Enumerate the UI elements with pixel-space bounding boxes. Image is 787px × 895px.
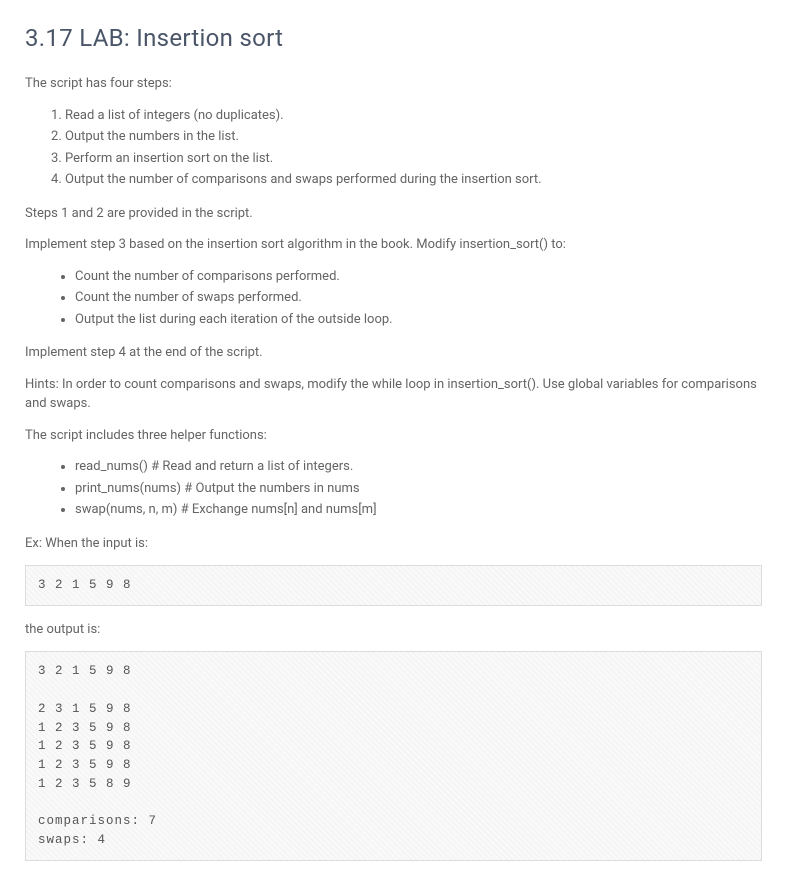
helper-item: read_nums() # Read and return a list of … (75, 457, 762, 477)
modification-item: Output the list during each iteration of… (75, 310, 762, 330)
modification-item: Count the number of comparisons performe… (75, 267, 762, 287)
steps-list: Read a list of integers (no duplicates).… (25, 106, 762, 190)
page-title: 3.17 LAB: Insertion sort (25, 20, 762, 56)
step-item: Output the number of comparisons and swa… (65, 170, 762, 190)
intro-text: The script has four steps: (25, 74, 762, 94)
helper-item: swap(nums, n, m) # Exchange nums[n] and … (75, 500, 762, 520)
example-output-label: the output is: (25, 620, 762, 640)
implement3-text: Implement step 3 based on the insertion … (25, 235, 762, 255)
helpers-list: read_nums() # Read and return a list of … (25, 457, 762, 520)
step-item: Read a list of integers (no duplicates). (65, 106, 762, 126)
modification-item: Count the number of swaps performed. (75, 288, 762, 308)
helpers-intro-text: The script includes three helper functio… (25, 426, 762, 446)
example-output-block: 3 2 1 5 9 8 2 3 1 5 9 8 1 2 3 5 9 8 1 2 … (25, 651, 762, 861)
implement4-text: Implement step 4 at the end of the scrip… (25, 343, 762, 363)
provided-text: Steps 1 and 2 are provided in the script… (25, 204, 762, 224)
modifications-list: Count the number of comparisons performe… (25, 267, 762, 330)
hints-text: Hints: In order to count comparisons and… (25, 375, 762, 414)
step-item: Output the numbers in the list. (65, 127, 762, 147)
step-item: Perform an insertion sort on the list. (65, 149, 762, 169)
example-input-block: 3 2 1 5 9 8 (25, 565, 762, 606)
example-input-label: Ex: When the input is: (25, 534, 762, 554)
helper-item: print_nums(nums) # Output the numbers in… (75, 479, 762, 499)
